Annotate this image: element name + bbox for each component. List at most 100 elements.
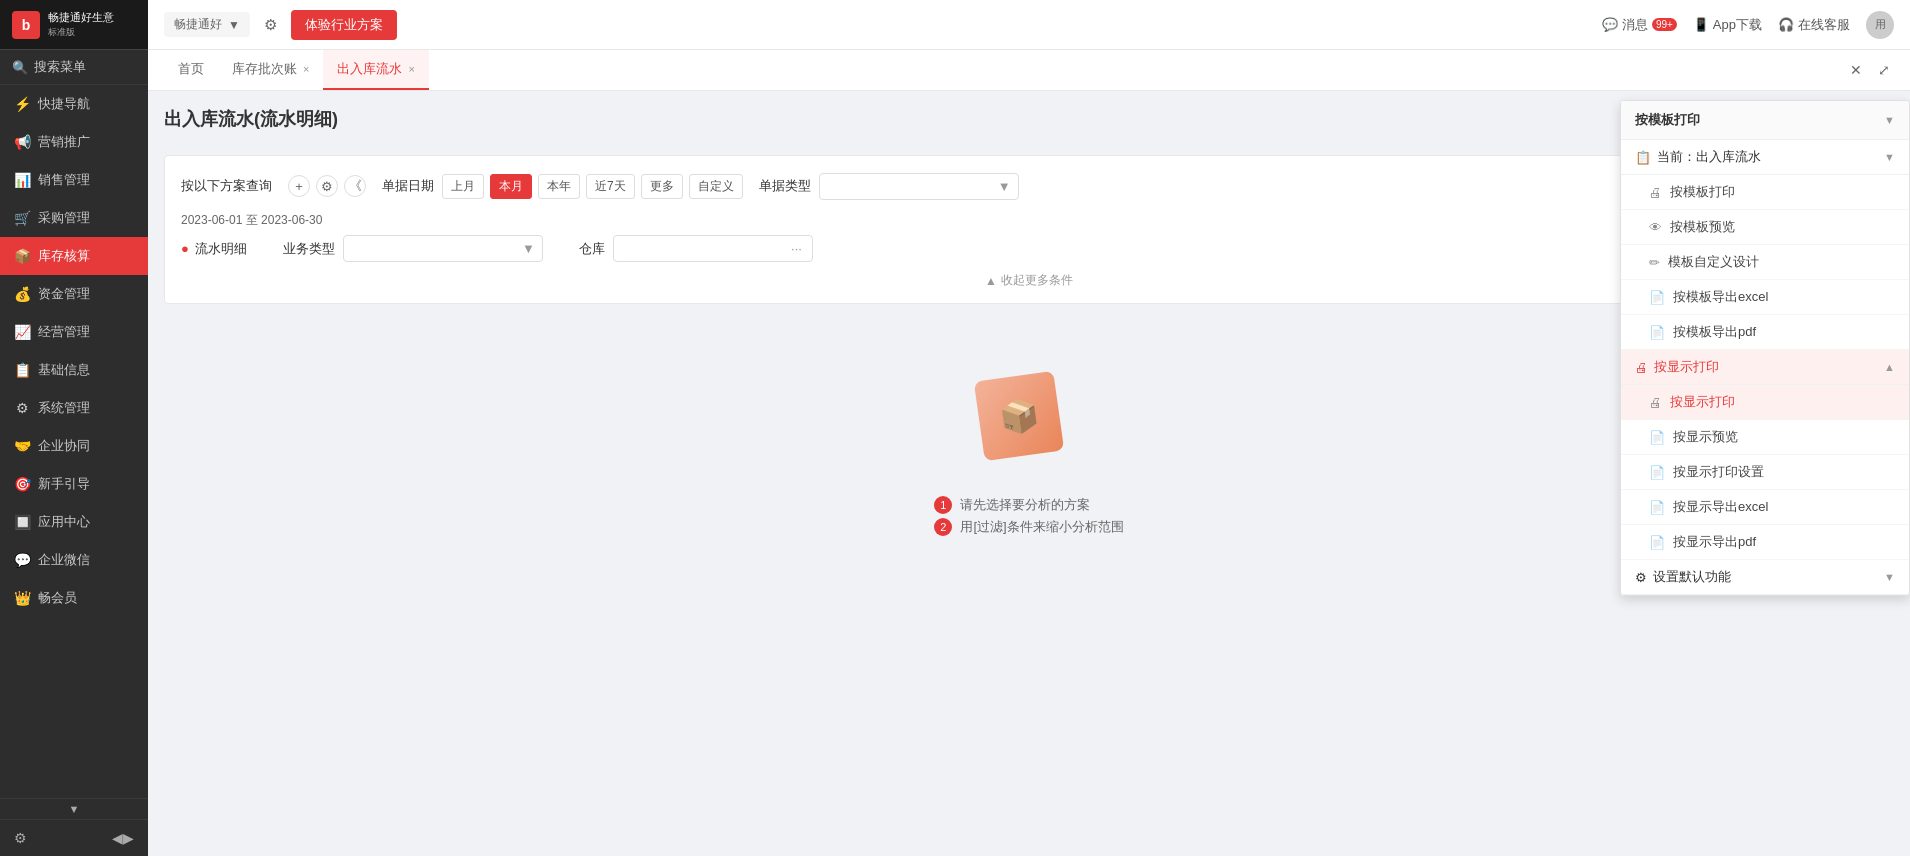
sidebar-item-sales[interactable]: 📊 销售管理: [0, 161, 148, 199]
display-print-icon: 🖨: [1649, 395, 1662, 410]
filter-collapse-icon: 《: [349, 177, 362, 195]
tab-expand-icon[interactable]: ⤢: [1874, 58, 1894, 82]
date-btn-this-year[interactable]: 本年: [538, 174, 580, 199]
message-btn[interactable]: 💬 消息 99+: [1602, 16, 1677, 34]
sidebar-item-quick-nav[interactable]: ⚡ 快捷导航: [0, 85, 148, 123]
template-customize-label: 模板自定义设计: [1668, 253, 1759, 271]
message-icon: 💬: [1602, 17, 1618, 32]
template-section-header[interactable]: 📋 当前：出入库流水 ▼: [1621, 140, 1909, 175]
collapse-label: 收起更多条件: [1001, 272, 1073, 289]
sidebar-item-inventory[interactable]: 📦 库存核算: [0, 237, 148, 275]
sidebar-item-label: 库存核算: [38, 247, 90, 265]
sidebar-item-operations[interactable]: 📈 经营管理: [0, 313, 148, 351]
sidebar-item-apps[interactable]: 🔲 应用中心: [0, 503, 148, 541]
set-default-label: 设置默认功能: [1653, 568, 1731, 586]
tab-batch-account-close[interactable]: ×: [303, 63, 309, 75]
breadcrumb-text: 畅捷通好: [174, 16, 222, 33]
dropdown-display-preview[interactable]: 📄 按显示预览: [1621, 420, 1909, 455]
sidebar-item-member[interactable]: 👑 畅会员: [0, 579, 148, 617]
biz-type-select[interactable]: [343, 235, 543, 262]
purchase-icon: 🛒: [14, 210, 30, 226]
sidebar-item-label: 经营管理: [38, 323, 90, 341]
date-btn-more[interactable]: 更多: [641, 174, 683, 199]
template-preview-icon: 👁: [1649, 220, 1662, 235]
breadcrumb[interactable]: 畅捷通好 ▼: [164, 12, 250, 37]
tab-home[interactable]: 首页: [164, 50, 218, 90]
filter-add-btn[interactable]: +: [288, 175, 310, 197]
logo-icon: b: [12, 11, 40, 39]
app-download-label: App下载: [1713, 16, 1762, 34]
dropdown-display-export-excel[interactable]: 📄 按显示导出excel: [1621, 490, 1909, 525]
dropdown-display-print-settings[interactable]: 📄 按显示打印设置: [1621, 455, 1909, 490]
display-section-header[interactable]: 🖨 按显示打印 ▲: [1621, 350, 1909, 385]
tab-flow[interactable]: 出入库流水 ×: [323, 50, 428, 90]
dropdown-display-print[interactable]: 🖨 按显示打印: [1621, 385, 1909, 420]
tab-batch-account[interactable]: 库存批次账 ×: [218, 50, 323, 90]
dropdown-template-customize[interactable]: ✏ 模板自定义设计: [1621, 245, 1909, 280]
sidebar-item-finance[interactable]: 💰 资金管理: [0, 275, 148, 313]
sidebar-item-collab[interactable]: 🤝 企业协同: [0, 427, 148, 465]
scroll-indicator: ▼: [69, 803, 80, 815]
search-icon: 🔍: [12, 60, 28, 75]
warehouse-filter: 仓库 ···: [579, 235, 813, 262]
biz-type-label: 业务类型: [283, 240, 335, 258]
tab-flow-close[interactable]: ×: [408, 63, 414, 75]
template-print-icon: 🖨: [1649, 185, 1662, 200]
tab-close-icon[interactable]: ✕: [1846, 58, 1866, 82]
settings-gear-icon[interactable]: ⚙: [14, 830, 27, 846]
sidebar-item-marketing[interactable]: 📢 营销推广: [0, 123, 148, 161]
guide-icon: 🎯: [14, 476, 30, 492]
filter-settings-icon: ⚙: [321, 179, 333, 194]
avatar[interactable]: 用: [1866, 11, 1894, 39]
sidebar-item-label: 企业协同: [38, 437, 90, 455]
print-dropdown: 按模板打印 ▼ 📋 当前：出入库流水 ▼ 🖨 按模板打印 👁 按模板预览 ✏ 模…: [1620, 100, 1910, 596]
sidebar-item-label: 快捷导航: [38, 95, 90, 113]
sidebar-item-purchase[interactable]: 🛒 采购管理: [0, 199, 148, 237]
filter-collapse-btn[interactable]: 《: [344, 175, 366, 197]
settings-icon[interactable]: ⚙: [260, 12, 281, 38]
empty-step-1: 1 请先选择要分析的方案: [934, 496, 1123, 514]
biz-type-select-wrap: ▼: [343, 235, 543, 262]
set-default-chevron: ▼: [1884, 571, 1895, 583]
basics-icon: 📋: [14, 362, 30, 378]
date-range-section: 上月 本月 本年 近7天 更多 自定义: [442, 174, 743, 199]
sidebar-item-basics[interactable]: 📋 基础信息: [0, 351, 148, 389]
template-customize-icon: ✏: [1649, 255, 1660, 270]
date-btn-custom[interactable]: 自定义: [689, 174, 743, 199]
dropdown-template-export-excel[interactable]: 📄 按模板导出excel: [1621, 280, 1909, 315]
dropdown-display-export-pdf[interactable]: 📄 按显示导出pdf: [1621, 525, 1909, 560]
warehouse-label: 仓库: [579, 240, 605, 258]
sidebar-bottom: ⚙ ◀▶: [0, 819, 148, 856]
tabbar: 首页 库存批次账 × 出入库流水 × ✕ ⤢: [148, 50, 1910, 91]
sidebar-item-system[interactable]: ⚙ 系统管理: [0, 389, 148, 427]
marketing-icon: 📢: [14, 134, 30, 150]
operations-icon: 📈: [14, 324, 30, 340]
headset-icon: 🎧: [1778, 17, 1794, 32]
empty-box-icon: 📦: [974, 371, 1064, 461]
sidebar-search[interactable]: 🔍 搜索菜单: [0, 50, 148, 85]
template-section-icon: 📋: [1635, 150, 1651, 165]
collapse-sidebar-icon[interactable]: ◀▶: [112, 830, 134, 846]
flow-tag-label: 流水明细: [195, 240, 247, 258]
dropdown-template-print[interactable]: 🖨 按模板打印: [1621, 175, 1909, 210]
warehouse-select[interactable]: ···: [613, 235, 813, 262]
date-btn-last-month[interactable]: 上月: [442, 174, 484, 199]
date-btn-7days[interactable]: 近7天: [586, 174, 635, 199]
industry-btn[interactable]: 体验行业方案: [291, 10, 397, 40]
logo-name: 畅捷通好生意: [48, 10, 114, 25]
online-service-btn[interactable]: 🎧 在线客服: [1778, 16, 1850, 34]
sidebar-item-guide[interactable]: 🎯 新手引导: [0, 465, 148, 503]
sidebar-item-wechat[interactable]: 💬 企业微信: [0, 541, 148, 579]
doc-type-filter: 单据类型 ▼: [759, 173, 1019, 200]
collab-icon: 🤝: [14, 438, 30, 454]
sidebar-item-label: 基础信息: [38, 361, 90, 379]
doc-type-select[interactable]: [819, 173, 1019, 200]
date-btn-this-month[interactable]: 本月: [490, 174, 532, 199]
dropdown-template-preview[interactable]: 👁 按模板预览: [1621, 210, 1909, 245]
inventory-icon: 📦: [14, 248, 30, 264]
filter-settings-btn[interactable]: ⚙: [316, 175, 338, 197]
sidebar-item-label: 应用中心: [38, 513, 90, 531]
set-default-header[interactable]: ⚙ 设置默认功能 ▼: [1621, 560, 1909, 595]
dropdown-template-export-pdf[interactable]: 📄 按模板导出pdf: [1621, 315, 1909, 350]
app-download-btn[interactable]: 📱 App下载: [1693, 16, 1762, 34]
